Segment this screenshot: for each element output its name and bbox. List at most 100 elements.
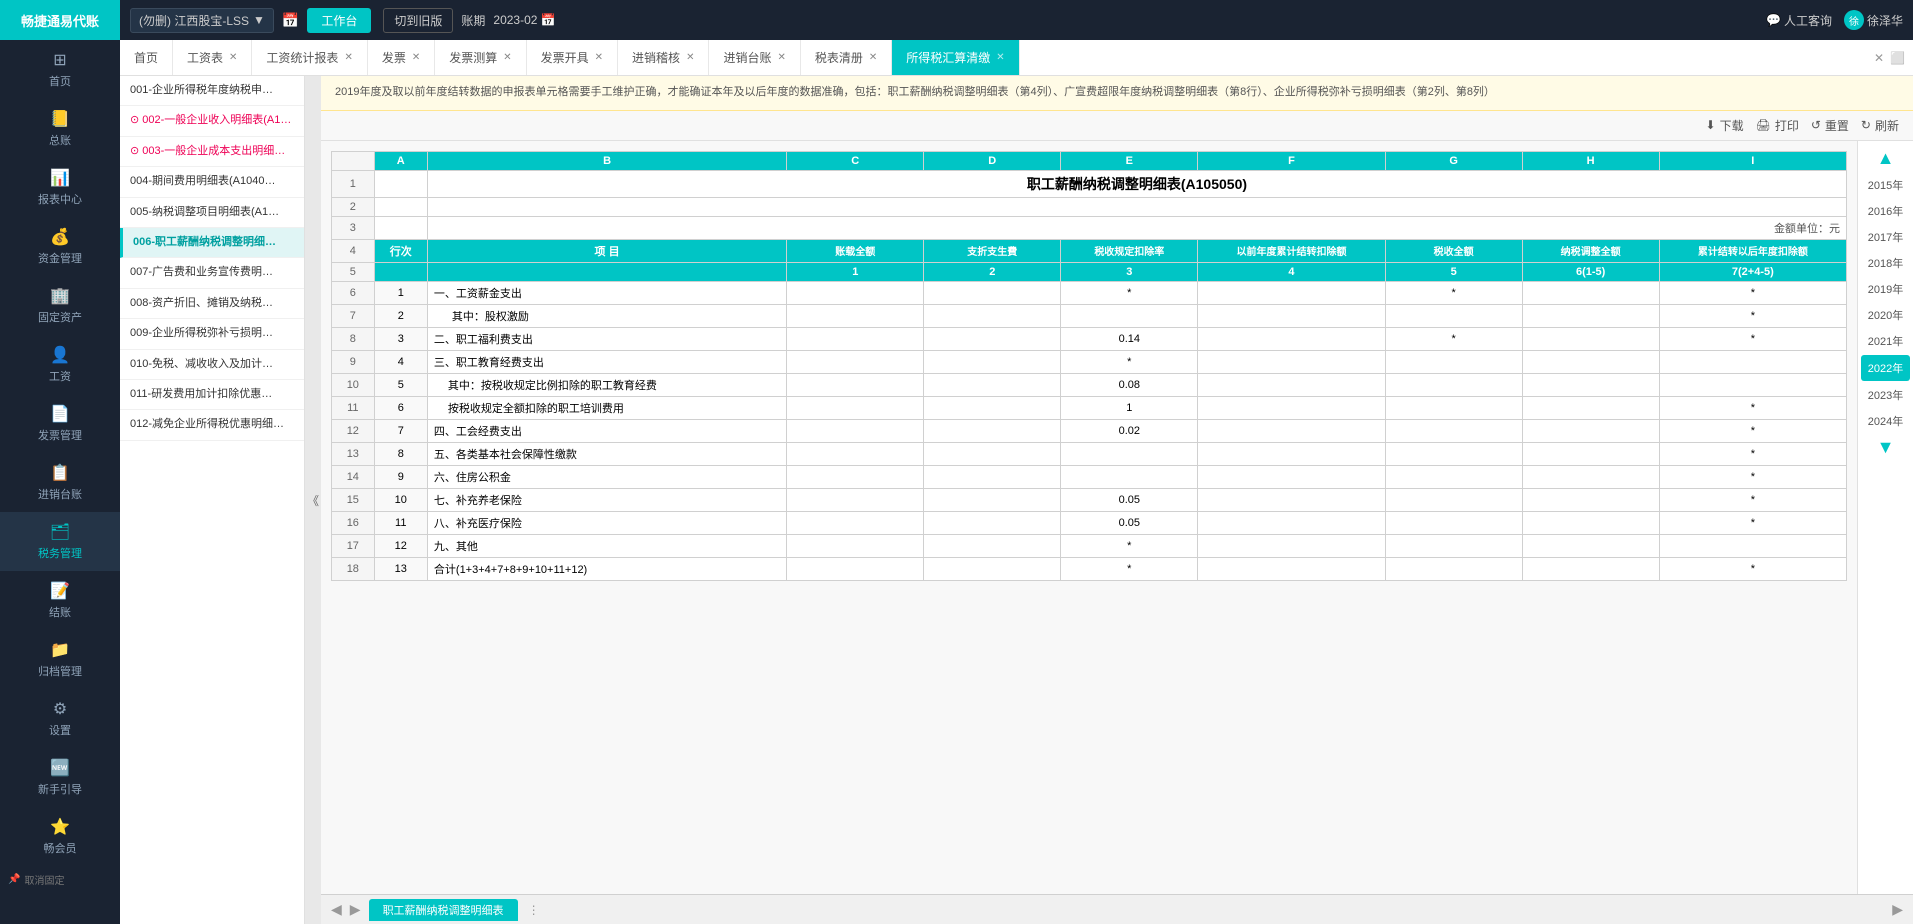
sidebar-item-ledger[interactable]: 📒 总账 [0,99,120,158]
workbench-button[interactable]: 工作台 [307,8,371,33]
data-row-9: 9 4 三、职工教育经费支出 * [332,350,1847,373]
tab-salary-report-close[interactable]: ✕ [344,52,352,63]
list-item-002[interactable]: ⊙002-一般企业收入明细表(A1… [120,106,304,136]
refresh-btn[interactable]: ↻ 刷新 [1861,117,1899,134]
sidebar-item-member[interactable]: ⭐ 畅会员 [0,807,120,866]
data-row-11: 11 6 按税收规定全额扣除的职工培训费用 1 * [332,396,1847,419]
scroll-right-end-btn[interactable]: ▶ [1892,901,1903,918]
tab-invoice[interactable]: 发票✕ [368,40,435,75]
sidebar-item-fund[interactable]: 💰 资金管理 [0,217,120,276]
year-2018[interactable]: 2018年 [1858,250,1913,276]
tab-invoice-issue[interactable]: 发票开具 ✕ [527,40,618,75]
sidebar-label-report: 报表中心 [38,191,82,207]
year-2020[interactable]: 2020年 [1858,302,1913,328]
list-item-008[interactable]: 008-资产折旧、摊销及纳税… [120,289,304,319]
year-2019[interactable]: 2019年 [1858,276,1913,302]
data-row-6: 6 1 一、工资薪金支出 * * * [332,281,1847,304]
year-2015[interactable]: 2015年 [1858,172,1913,198]
sidebar-item-invoice[interactable]: 📄 发票管理 [0,394,120,453]
collapse-icon: 《 [307,492,319,509]
sidebar-item-archive[interactable]: 📁 归档管理 [0,630,120,689]
user-info[interactable]: 徐 徐泽华 [1844,10,1903,30]
list-item-010[interactable]: 010-免税、减收收入及加计… [120,350,304,380]
linenum-header: 行次 [374,239,427,262]
year-2022[interactable]: 2022年 [1861,355,1910,381]
scroll-right-btn[interactable]: ▶ [350,901,361,918]
tab-invoice-issue-close[interactable]: ✕ [595,52,603,63]
tab-check[interactable]: 进销稽核✕ [618,40,709,75]
year-2024[interactable]: 2024年 [1858,408,1913,434]
sheet-options-btn[interactable]: ⋮ [528,903,540,917]
company-selector[interactable]: (勿删) 江西股宝-LSS ▼ [130,8,274,33]
bottom-bar: ◀ ▶ 职工薪酬纳税调整明细表 ⋮ ▶ [321,894,1913,924]
sidebar-label-sales: 进销台账 [38,486,82,502]
sidebar-item-guide[interactable]: 🆕 新手引导 [0,748,120,807]
sidebar-item-salary[interactable]: 👤 工资 [0,335,120,394]
tab-home[interactable]: 首页 [120,40,173,75]
list-item-011[interactable]: 011-研发费用加计扣除优惠… [120,380,304,410]
support-btn[interactable]: 💬 人工客询 [1766,12,1832,29]
list-item-003[interactable]: ⊙003-一般企业成本支出明细… [120,137,304,167]
list-item-004[interactable]: 004-期间费用明细表(A1040… [120,167,304,197]
col-G-header: G [1385,151,1522,170]
table-row-3: 3 金额单位：元 [332,216,1847,239]
tab-invoice-issue-label: 发票开具 [541,49,589,66]
period-value: 2023-02 📅 [493,13,555,27]
list-item-009[interactable]: 009-企业所得税弥补亏损明… [120,319,304,349]
sidebar-item-asset[interactable]: 🏢 固定资产 [0,276,120,335]
tab-invoice-calc[interactable]: 发票测算✕ [435,40,526,75]
sidebar-item-sales[interactable]: 📋 进销台账 [0,453,120,512]
unpin-btn[interactable]: 📌取消固定 [0,866,120,893]
tab-close-all[interactable]: ✕ [1874,51,1884,65]
tab-invoice-close[interactable]: ✕ [412,52,420,63]
tab-income-tax-close[interactable]: ✕ [996,52,1004,63]
toolbar: ⬇ 下载 🖨 打印 ↺ 重置 ↻ 刷新 [321,111,1913,141]
tab-taxbook-close[interactable]: ✕ [869,52,877,63]
sidebar-item-close[interactable]: 📝 结账 [0,571,120,630]
invoice-icon: 📄 [50,404,70,424]
print-btn[interactable]: 🖨 打印 [1756,117,1799,134]
tab-income-tax[interactable]: 所得税汇算清缴✕ [892,40,1019,75]
list-item-012[interactable]: 012-减免企业所得税优惠明细… [120,410,304,440]
table-year-container: A B C D E F G H I [321,141,1913,894]
member-icon: ⭐ [50,817,70,837]
tab-ledger-close[interactable]: ✕ [777,52,785,63]
tab-salary-close[interactable]: ✕ [229,52,237,63]
panel-collapse-btn[interactable]: 《 [305,76,321,924]
col-d-header: 支折支生費 [924,239,1061,262]
item-header: 项 目 [427,239,786,262]
sidebar-item-home[interactable]: ⊞ 首页 [0,40,120,99]
tab-check-close[interactable]: ✕ [686,52,694,63]
list-item-001[interactable]: 001-企业所得税年度纳税申… [120,76,304,106]
tab-invoice-calc-close[interactable]: ✕ [503,52,511,63]
data-row-7: 7 2 其中：股权激励 * [332,304,1847,327]
list-item-007[interactable]: 007-广告费和业务宣传费明… [120,258,304,288]
tab-maximize[interactable]: ⬜ [1890,51,1905,65]
download-btn[interactable]: ⬇ 下载 [1706,117,1744,134]
reset-btn[interactable]: ↺ 重置 [1811,117,1849,134]
data-row-14: 14 9 六、住房公积金 * [332,465,1847,488]
year-2016[interactable]: 2016年 [1858,198,1913,224]
tab-taxbook[interactable]: 税表清册✕ [801,40,892,75]
year-down-btn[interactable]: ▼ [1874,434,1898,461]
tab-salary[interactable]: 工资表✕ [173,40,252,75]
sidebar-item-report[interactable]: 📊 报表中心 [0,158,120,217]
sheet-tab-main[interactable]: 职工薪酬纳税调整明细表 [369,899,518,921]
oldver-button[interactable]: 切到旧版 [383,8,453,33]
sidebar-item-tax[interactable]: 🗂 税务管理 [0,512,120,571]
year-2023[interactable]: 2023年 [1858,382,1913,408]
tab-salary-report[interactable]: 工资统计报表✕ [252,40,367,75]
col-B-header: B [427,151,786,170]
sidebar-label-fund: 资金管理 [38,250,82,266]
year-2021[interactable]: 2021年 [1858,328,1913,354]
sidebar-label-ledger: 总账 [49,132,71,148]
year-up-btn[interactable]: ▲ [1874,145,1898,172]
year-2017[interactable]: 2017年 [1858,224,1913,250]
scroll-left-btn[interactable]: ◀ [331,901,342,918]
dropdown-icon: ▼ [253,13,265,27]
list-item-005[interactable]: 005-纳税调整项目明细表(A1… [120,198,304,228]
list-item-006[interactable]: 006-职工薪酬纳税调整明细… [120,228,304,258]
sidebar-item-settings[interactable]: ⚙ 设置 [0,689,120,748]
table-subheader-row: 5 1 2 3 4 5 6(1-5) 7(2+4-5) [332,262,1847,281]
tab-ledger[interactable]: 进销台账✕ [709,40,800,75]
